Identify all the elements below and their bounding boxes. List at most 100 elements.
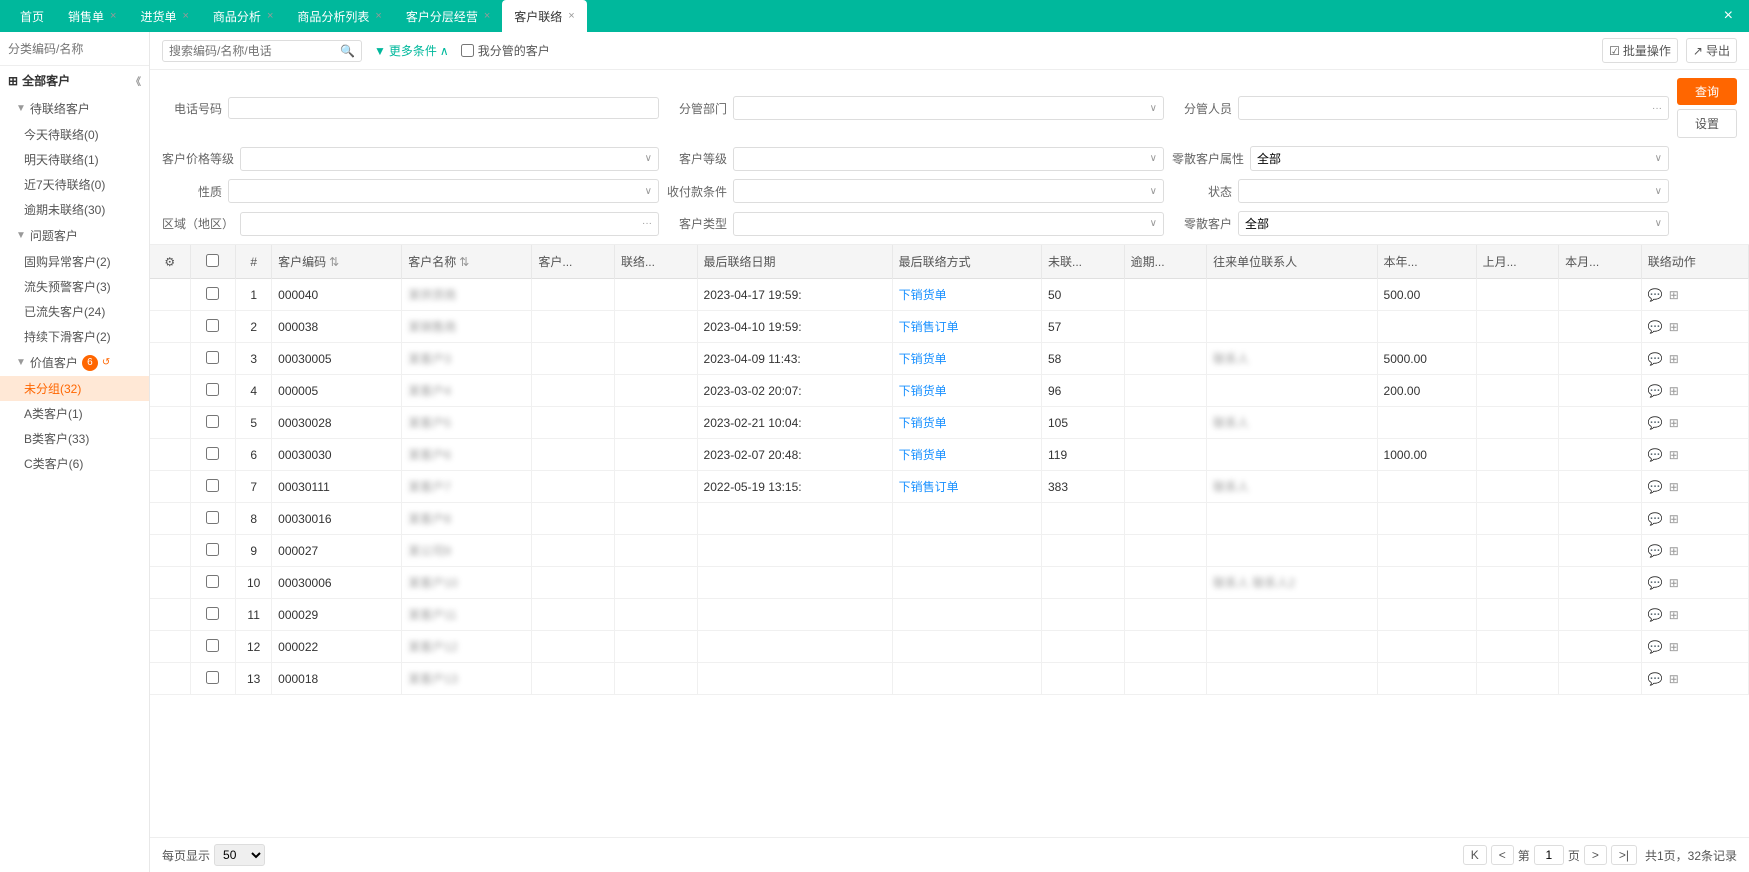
nav-purchase[interactable]: 进货单 × xyxy=(128,0,200,32)
grid-action-icon[interactable]: ⊞ xyxy=(1669,544,1679,558)
export-button[interactable]: ↗ 导出 xyxy=(1686,38,1737,63)
sidebar-item-7days[interactable]: 近7天待联络(0) xyxy=(0,172,149,197)
row-checkbox[interactable] xyxy=(206,479,219,492)
grid-action-icon[interactable]: ⊞ xyxy=(1669,416,1679,430)
row-checkbox[interactable] xyxy=(206,543,219,556)
sidebar-item-tomorrow[interactable]: 明天待联络(1) xyxy=(0,147,149,172)
chat-icon[interactable]: 💬 xyxy=(1648,672,1663,686)
batch-ops-button[interactable]: ☑ 批量操作 xyxy=(1602,38,1678,63)
row-checkbox[interactable] xyxy=(206,511,219,524)
chat-icon[interactable]: 💬 xyxy=(1648,384,1663,398)
sidebar-item-fixed-abnormal[interactable]: 固购异常客户(2) xyxy=(0,249,149,274)
customer-type-dropdown[interactable]: ∨ xyxy=(733,212,1164,236)
sidebar-item-unclassified[interactable]: 未分组(32) xyxy=(0,376,149,401)
grid-action-icon[interactable]: ⊞ xyxy=(1669,448,1679,462)
filter-search-icon[interactable]: 🔍 xyxy=(340,44,355,58)
grid-action-icon[interactable]: ⊞ xyxy=(1669,288,1679,302)
sidebar-item-churned[interactable]: 已流失客户(24) xyxy=(0,299,149,324)
chat-icon[interactable]: 💬 xyxy=(1648,608,1663,622)
sidebar-pending-contact-group[interactable]: ▼ 待联络客户 xyxy=(0,95,149,122)
select-all-checkbox[interactable] xyxy=(206,254,219,267)
sidebar-item-overdue[interactable]: 逾期未联络(30) xyxy=(0,197,149,222)
my-customers-checkbox[interactable] xyxy=(461,44,474,57)
grid-action-icon[interactable]: ⊞ xyxy=(1669,640,1679,654)
settings-col-header[interactable]: ⚙ xyxy=(150,245,190,279)
code-col-header[interactable]: 客户编码⇅ xyxy=(272,245,402,279)
row-checkbox[interactable] xyxy=(206,447,219,460)
first-page-button[interactable]: K xyxy=(1463,845,1487,865)
grid-action-icon[interactable]: ⊞ xyxy=(1669,352,1679,366)
chat-icon[interactable]: 💬 xyxy=(1648,416,1663,430)
contact-method-link[interactable]: 下销售订单 xyxy=(899,480,959,494)
grid-action-icon[interactable]: ⊞ xyxy=(1669,576,1679,590)
last-page-button[interactable]: >| xyxy=(1611,845,1637,865)
contact-method-link[interactable]: 下销货单 xyxy=(899,448,947,462)
sidebar-item-type-a[interactable]: A类客户(1) xyxy=(0,401,149,426)
contact-method-link[interactable]: 下销货单 xyxy=(899,416,947,430)
sidebar-item-declining[interactable]: 持续下滑客户(2) xyxy=(0,324,149,349)
customer-level-dropdown[interactable]: ∨ xyxy=(733,147,1164,171)
nature-dropdown[interactable]: ∨ xyxy=(228,179,659,203)
close-product-list-icon[interactable]: × xyxy=(375,10,381,22)
more-conditions-button[interactable]: ▼ 更多条件 ∧ xyxy=(374,42,449,59)
contact-method-link[interactable]: 下销货单 xyxy=(899,288,947,302)
retail-attr-dropdown[interactable]: 全部 ∨ xyxy=(1250,146,1669,171)
sidebar-item-today[interactable]: 今天待联络(0) xyxy=(0,122,149,147)
grid-action-icon[interactable]: ⊞ xyxy=(1669,480,1679,494)
nav-customer-segment[interactable]: 客户分层经营 × xyxy=(394,0,502,32)
chat-icon[interactable]: 💬 xyxy=(1648,448,1663,462)
row-checkbox[interactable] xyxy=(206,607,219,620)
person-dropdown[interactable]: ··· xyxy=(1238,96,1669,120)
query-button[interactable]: 查询 xyxy=(1677,78,1737,105)
sidebar-item-type-c[interactable]: C类客户(6) xyxy=(0,451,149,476)
status-dropdown[interactable]: ∨ xyxy=(1238,179,1669,203)
sidebar-search-input[interactable] xyxy=(8,42,150,56)
refresh-icon[interactable]: ↺ xyxy=(102,357,110,368)
row-checkbox[interactable] xyxy=(206,319,219,332)
nav-sales[interactable]: 销售单 × xyxy=(56,0,128,32)
phone-input[interactable] xyxy=(228,97,659,119)
sidebar-problem-group[interactable]: ▼ 问题客户 xyxy=(0,222,149,249)
grid-action-icon[interactable]: ⊞ xyxy=(1669,512,1679,526)
page-size-select[interactable]: 50 20 100 xyxy=(214,844,265,866)
grid-action-icon[interactable]: ⊞ xyxy=(1669,384,1679,398)
close-purchase-icon[interactable]: × xyxy=(182,10,188,22)
contact-method-link[interactable]: 下销货单 xyxy=(899,352,947,366)
chat-icon[interactable]: 💬 xyxy=(1648,640,1663,654)
prev-page-button[interactable]: < xyxy=(1491,845,1514,865)
grid-action-icon[interactable]: ⊞ xyxy=(1669,320,1679,334)
grid-action-icon[interactable]: ⊞ xyxy=(1669,672,1679,686)
close-customer-contact-icon[interactable]: × xyxy=(568,10,574,22)
close-sales-icon[interactable]: × xyxy=(110,10,116,22)
chat-icon[interactable]: 💬 xyxy=(1648,288,1663,302)
region-dropdown[interactable]: ··· xyxy=(240,212,659,236)
nav-product-list[interactable]: 商品分析列表 × xyxy=(285,0,393,32)
nav-customer-contact[interactable]: 客户联络 × xyxy=(502,0,586,32)
payment-dropdown[interactable]: ∨ xyxy=(733,179,1164,203)
chat-icon[interactable]: 💬 xyxy=(1648,512,1663,526)
close-customer-segment-icon[interactable]: × xyxy=(484,10,490,22)
nav-product-analysis[interactable]: 商品分析 × xyxy=(201,0,285,32)
filter-search-input[interactable] xyxy=(169,44,336,58)
nav-home[interactable]: 首页 xyxy=(8,0,56,32)
close-product-analysis-icon[interactable]: × xyxy=(267,10,273,22)
chat-icon[interactable]: 💬 xyxy=(1648,352,1663,366)
sidebar-item-type-b[interactable]: B类客户(33) xyxy=(0,426,149,451)
row-checkbox[interactable] xyxy=(206,575,219,588)
name-col-header[interactable]: 客户名称⇅ xyxy=(402,245,532,279)
sidebar-item-churn-warning[interactable]: 流失预警客户(3) xyxy=(0,274,149,299)
contact-method-link[interactable]: 下销货单 xyxy=(899,384,947,398)
app-close-button[interactable]: × xyxy=(1716,7,1741,25)
price-level-dropdown[interactable]: ∨ xyxy=(240,147,659,171)
grid-action-icon[interactable]: ⊞ xyxy=(1669,608,1679,622)
sidebar-value-group[interactable]: ▼ 价值客户 6 ↺ xyxy=(0,349,149,376)
chat-icon[interactable]: 💬 xyxy=(1648,544,1663,558)
chat-icon[interactable]: 💬 xyxy=(1648,480,1663,494)
row-checkbox[interactable] xyxy=(206,383,219,396)
contact-method-link[interactable]: 下销售订单 xyxy=(899,320,959,334)
next-page-button[interactable]: > xyxy=(1584,845,1607,865)
reset-button[interactable]: 设置 xyxy=(1677,109,1737,138)
chat-icon[interactable]: 💬 xyxy=(1648,576,1663,590)
row-checkbox[interactable] xyxy=(206,351,219,364)
row-checkbox[interactable] xyxy=(206,671,219,684)
